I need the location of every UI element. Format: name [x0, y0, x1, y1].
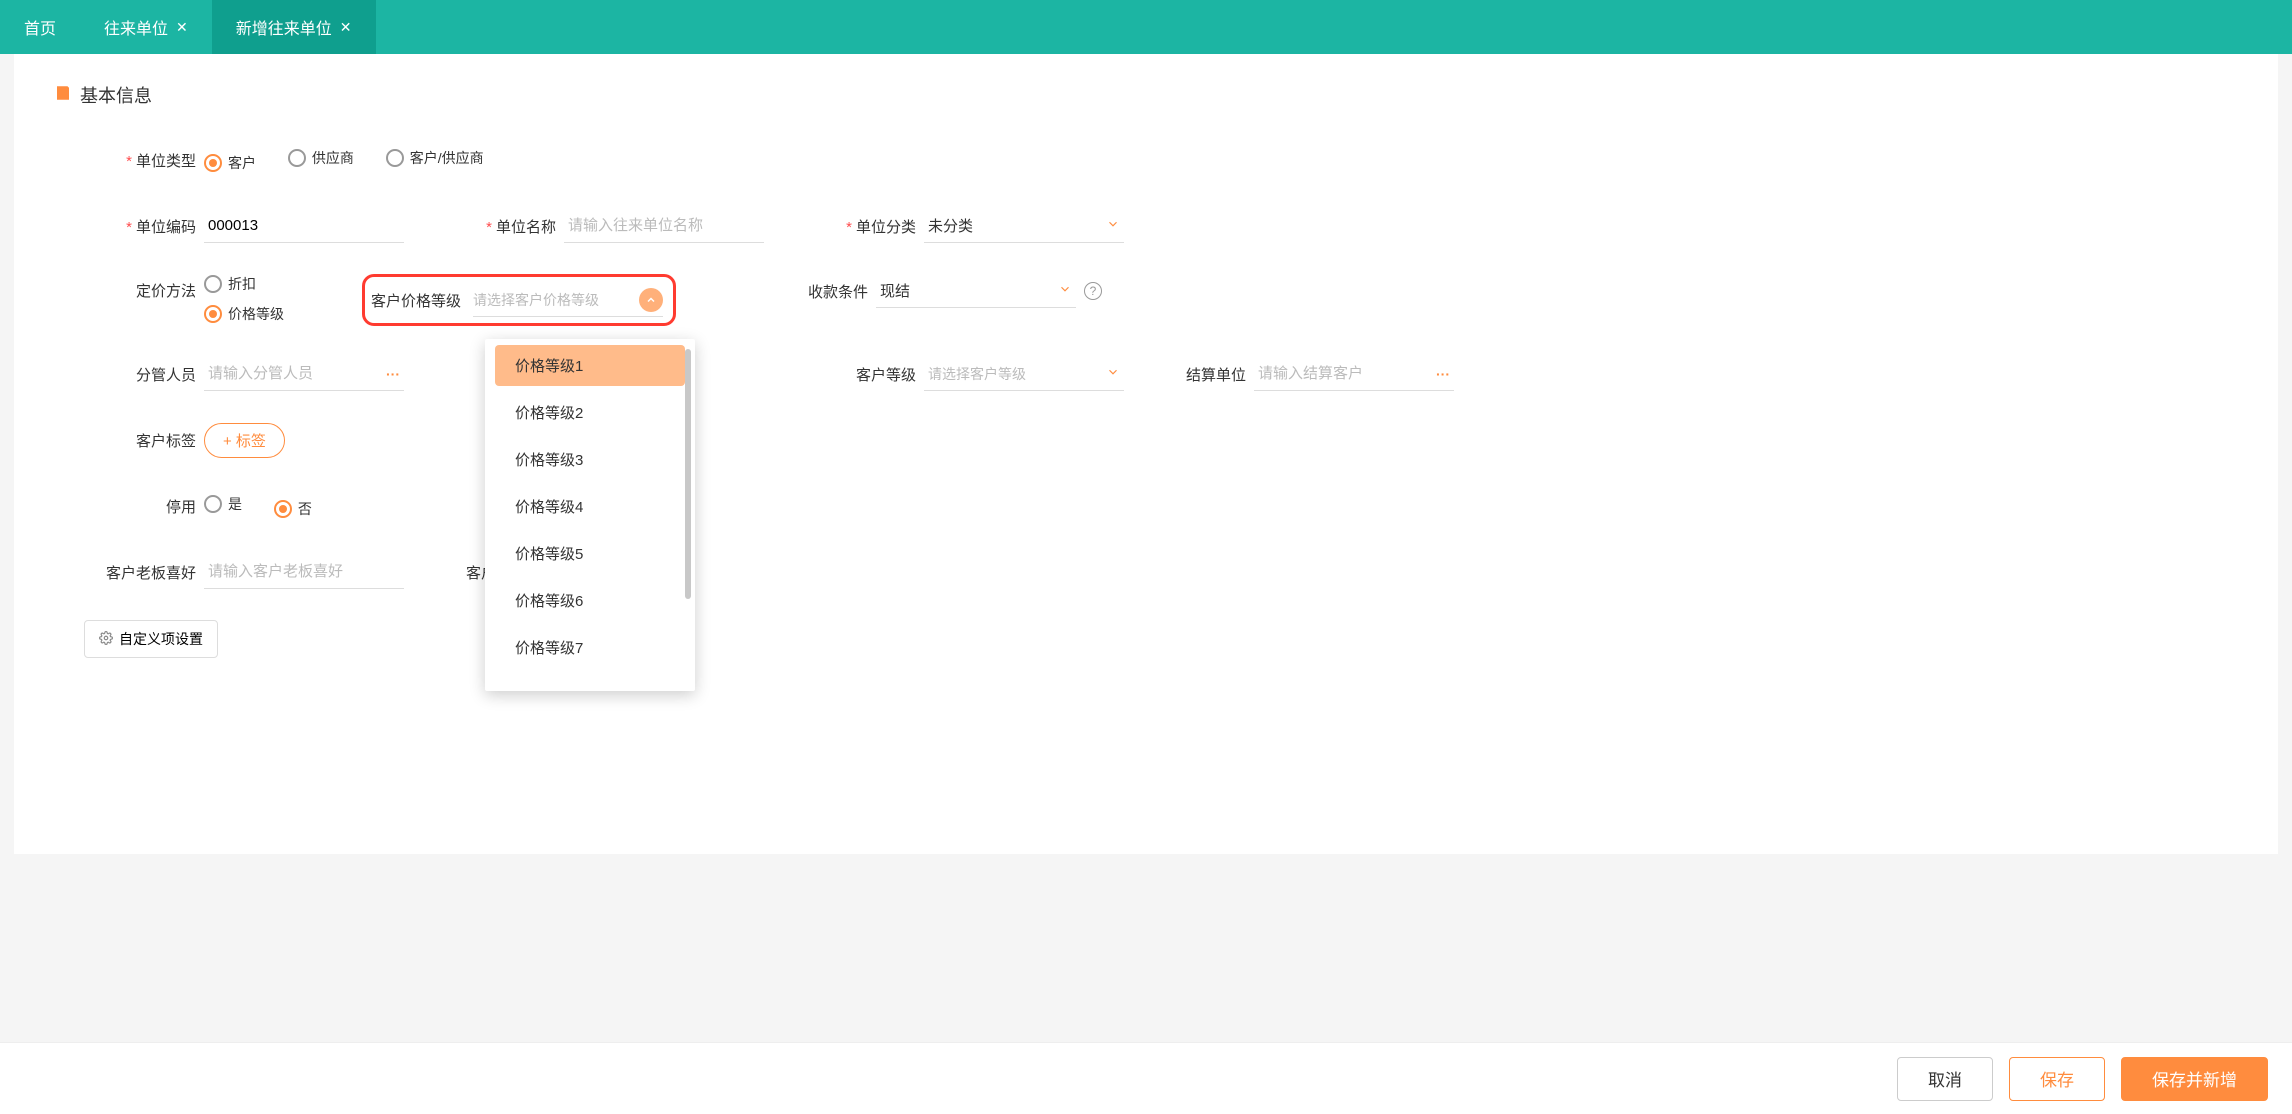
tab-vendor-list-label: 往来单位: [104, 15, 168, 39]
add-tag-button[interactable]: + 标签: [204, 423, 285, 458]
unit-name-input[interactable]: [564, 209, 764, 243]
chevron-up-icon: [639, 288, 663, 312]
radio-circle-icon: [386, 149, 404, 167]
radio-unit-type-customer[interactable]: 客户: [204, 153, 256, 173]
tab-add-vendor-label: 新增往来单位: [236, 15, 332, 39]
price-level-option[interactable]: 价格等级4: [495, 486, 685, 527]
save-button[interactable]: 保存: [2009, 1057, 2105, 1101]
radio-disabled-no[interactable]: 否: [274, 499, 312, 519]
receipt-terms-select[interactable]: 现结: [876, 274, 1076, 308]
price-level-select[interactable]: 请选择客户价格等级: [473, 283, 663, 317]
radio-circle-icon: [204, 275, 222, 293]
form: 单位类型 客户 供应商 客户/供应商: [54, 142, 2238, 658]
close-icon[interactable]: ✕: [176, 19, 188, 36]
price-level-option[interactable]: 价格等级7: [495, 627, 685, 668]
price-level-option[interactable]: 价格等级1: [495, 345, 685, 386]
section-title: 基本信息: [54, 82, 2238, 108]
page-content: 基本信息 单位类型 客户 供应商 客户/供应商: [14, 54, 2278, 854]
section-title-text: 基本信息: [80, 82, 152, 108]
custom-settings-button[interactable]: 自定义项设置: [84, 620, 218, 658]
tab-home-label: 首页: [24, 15, 56, 39]
radio-disabled-yes[interactable]: 是: [204, 494, 242, 514]
more-icon[interactable]: ···: [386, 366, 400, 382]
label-disabled: 停用: [84, 496, 204, 517]
radio-circle-icon: [288, 149, 306, 167]
tab-vendor-list[interactable]: 往来单位 ✕: [80, 0, 212, 54]
tab-add-vendor[interactable]: 新增往来单位 ✕: [212, 0, 376, 54]
label-pricing-method: 定价方法: [84, 274, 204, 301]
chevron-down-icon: [1058, 282, 1072, 299]
radio-pricing-discount[interactable]: 折扣: [204, 274, 284, 294]
radio-unit-type-supplier[interactable]: 供应商: [288, 148, 354, 168]
label-unit-category: 单位分类: [804, 216, 924, 237]
radio-circle-icon: [274, 500, 292, 518]
label-assignee: 分管人员: [84, 364, 204, 385]
chevron-down-icon: [1106, 365, 1120, 382]
unit-category-select[interactable]: 未分类: [924, 209, 1124, 243]
radio-circle-icon: [204, 154, 222, 172]
label-settle-unit: 结算单位: [1164, 364, 1254, 385]
close-icon[interactable]: ✕: [340, 19, 352, 36]
gear-icon: [99, 631, 113, 648]
price-level-option[interactable]: 价格等级8: [495, 674, 685, 685]
more-icon[interactable]: ···: [1436, 366, 1450, 382]
customer-level-select[interactable]: 请选择客户等级: [924, 357, 1124, 391]
label-unit-code: 单位编码: [84, 216, 204, 237]
radio-unit-type-both[interactable]: 客户/供应商: [386, 148, 484, 168]
boss-pref-input[interactable]: [204, 555, 404, 589]
unit-code-input[interactable]: [204, 209, 404, 243]
price-level-dropdown: 价格等级1 价格等级2 价格等级3 价格等级4 价格等级5 价格等级6 价格等级…: [485, 339, 695, 691]
price-level-option[interactable]: 价格等级2: [495, 392, 685, 433]
radio-pricing-level[interactable]: 价格等级: [204, 304, 284, 324]
settle-unit-input[interactable]: [1254, 357, 1454, 391]
label-unit-name: 单位名称: [444, 216, 564, 237]
save-and-new-button[interactable]: 保存并新增: [2121, 1057, 2268, 1101]
label-unit-type: 单位类型: [84, 150, 204, 171]
note-icon: [54, 84, 72, 107]
radio-circle-icon: [204, 305, 222, 323]
price-level-highlight: 客户价格等级 请选择客户价格等级 价格等级1 价格等级2 价格等级3 价格等级4: [362, 274, 676, 326]
label-price-level: 客户价格等级: [371, 290, 473, 311]
price-level-option[interactable]: 价格等级5: [495, 533, 685, 574]
label-boss-pref: 客户老板喜好: [84, 562, 204, 583]
tab-bar: 首页 往来单位 ✕ 新增往来单位 ✕: [0, 0, 2292, 54]
label-tags: 客户标签: [84, 430, 204, 451]
help-icon[interactable]: ?: [1084, 282, 1102, 300]
assignee-input[interactable]: [204, 357, 404, 391]
chevron-down-icon: [1106, 217, 1120, 234]
label-receipt-terms: 收款条件: [756, 281, 876, 302]
price-level-option[interactable]: 价格等级6: [495, 580, 685, 621]
cancel-button[interactable]: 取消: [1897, 1057, 1993, 1101]
price-level-option[interactable]: 价格等级3: [495, 439, 685, 480]
footer-actions: 取消 保存 保存并新增: [0, 1042, 2292, 1114]
label-customer-level: 客户等级: [804, 364, 924, 385]
radio-circle-icon: [204, 495, 222, 513]
tab-home[interactable]: 首页: [0, 0, 80, 54]
